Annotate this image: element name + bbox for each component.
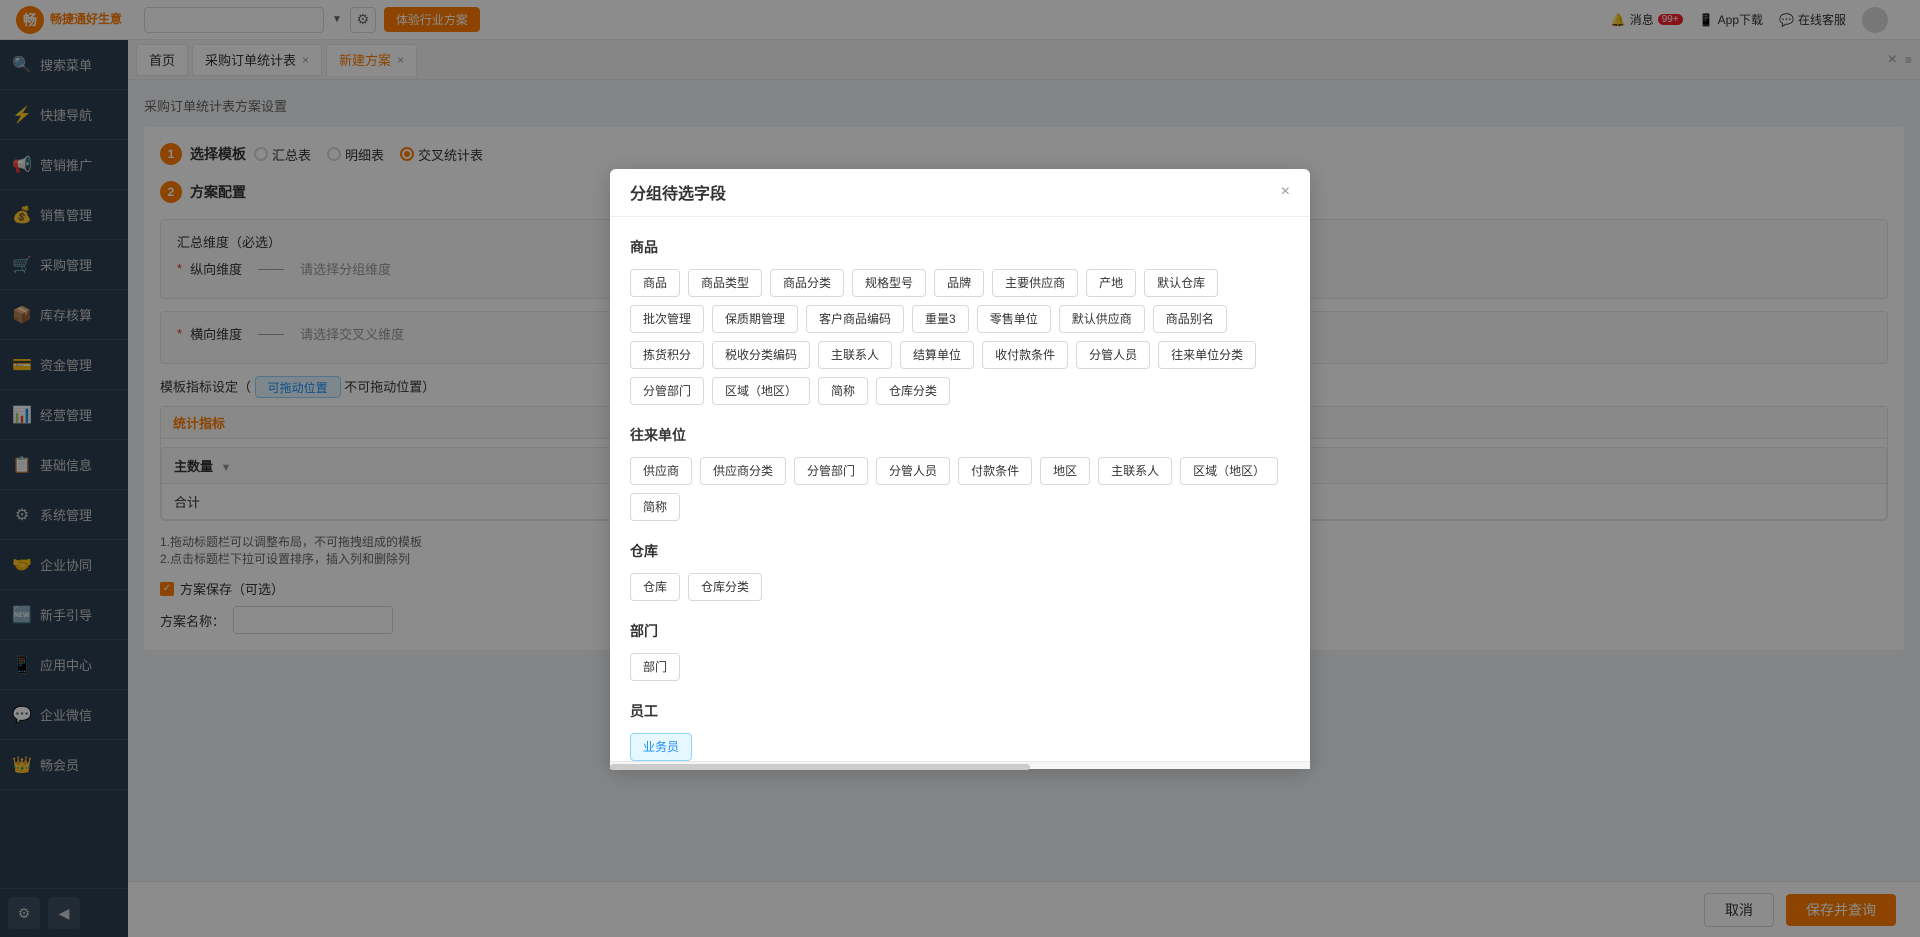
modal-header: 分组待选字段 × — [610, 169, 1310, 217]
modal-title: 分组待选字段 — [630, 180, 726, 204]
modal-section-title-3: 部门 — [630, 621, 1290, 641]
field-tag-0-25[interactable]: 仓库分类 — [876, 377, 950, 405]
modal-field-group-4: 业务员 — [630, 733, 1290, 761]
field-tag-0-17[interactable]: 主联系人 — [818, 341, 892, 369]
field-tag-0-10[interactable]: 客户商品编码 — [806, 305, 904, 333]
field-tag-0-12[interactable]: 零售单位 — [977, 305, 1051, 333]
modal-section-title-0: 商品 — [630, 237, 1290, 257]
field-tag-0-14[interactable]: 商品别名 — [1153, 305, 1227, 333]
modal-close-button[interactable]: × — [1281, 184, 1290, 200]
field-tag-0-6[interactable]: 产地 — [1086, 269, 1136, 297]
modal-section-title-4: 员工 — [630, 701, 1290, 721]
field-tag-0-0[interactable]: 商品 — [630, 269, 680, 297]
field-tag-0-20[interactable]: 分管人员 — [1076, 341, 1150, 369]
field-tag-3-0[interactable]: 部门 — [630, 653, 680, 681]
modal-field-group-2: 仓库仓库分类 — [630, 573, 1290, 601]
field-tag-0-9[interactable]: 保质期管理 — [712, 305, 798, 333]
field-tag-0-22[interactable]: 分管部门 — [630, 377, 704, 405]
field-tag-0-19[interactable]: 收付款条件 — [982, 341, 1068, 369]
field-tag-0-21[interactable]: 往来单位分类 — [1158, 341, 1256, 369]
modal-section-title-1: 往来单位 — [630, 425, 1290, 445]
field-tag-2-1[interactable]: 仓库分类 — [688, 573, 762, 601]
field-tag-1-2[interactable]: 分管部门 — [794, 457, 868, 485]
field-tag-0-5[interactable]: 主要供应商 — [992, 269, 1078, 297]
field-tag-0-8[interactable]: 批次管理 — [630, 305, 704, 333]
field-tag-1-0[interactable]: 供应商 — [630, 457, 692, 485]
field-tag-4-0[interactable]: 业务员 — [630, 733, 692, 761]
field-tag-0-11[interactable]: 重量3 — [912, 305, 969, 333]
field-tag-2-0[interactable]: 仓库 — [630, 573, 680, 601]
modal-h-scroll-thumb — [610, 764, 1030, 770]
field-tag-1-8[interactable]: 简称 — [630, 493, 680, 521]
modal-section-title-2: 仓库 — [630, 541, 1290, 561]
modal-field-group-0: 商品商品类型商品分类规格型号品牌主要供应商产地默认仓库批次管理保质期管理客户商品… — [630, 269, 1290, 405]
field-tag-0-15[interactable]: 拣货积分 — [630, 341, 704, 369]
modal-body: 商品商品商品类型商品分类规格型号品牌主要供应商产地默认仓库批次管理保质期管理客户… — [610, 217, 1310, 761]
modal-field-group-1: 供应商供应商分类分管部门分管人员付款条件地区主联系人区域（地区） 简称 — [630, 457, 1290, 521]
field-tag-1-6[interactable]: 主联系人 — [1098, 457, 1172, 485]
field-tag-1-1[interactable]: 供应商分类 — [700, 457, 786, 485]
field-tag-0-7[interactable]: 默认仓库 — [1144, 269, 1218, 297]
field-tag-0-23[interactable]: 区域（地区） — [712, 377, 810, 405]
field-tag-0-1[interactable]: 商品类型 — [688, 269, 762, 297]
modal-overlay[interactable]: 分组待选字段 × 商品商品商品类型商品分类规格型号品牌主要供应商产地默认仓库批次… — [0, 0, 1920, 937]
field-tag-0-13[interactable]: 默认供应商 — [1059, 305, 1145, 333]
field-tag-1-4[interactable]: 付款条件 — [958, 457, 1032, 485]
field-tag-0-3[interactable]: 规格型号 — [852, 269, 926, 297]
field-tag-1-5[interactable]: 地区 — [1040, 457, 1090, 485]
field-tag-0-2[interactable]: 商品分类 — [770, 269, 844, 297]
modal-horizontal-scroll[interactable] — [610, 761, 1310, 769]
field-tag-0-16[interactable]: 税收分类编码 — [712, 341, 810, 369]
field-tag-0-18[interactable]: 结算单位 — [900, 341, 974, 369]
modal-field-group-3: 部门 — [630, 653, 1290, 681]
field-tag-1-7[interactable]: 区域（地区） — [1180, 457, 1278, 485]
modal-dialog: 分组待选字段 × 商品商品商品类型商品分类规格型号品牌主要供应商产地默认仓库批次… — [610, 169, 1310, 769]
field-tag-0-4[interactable]: 品牌 — [934, 269, 984, 297]
field-tag-0-24[interactable]: 简称 — [818, 377, 868, 405]
field-tag-1-3[interactable]: 分管人员 — [876, 457, 950, 485]
